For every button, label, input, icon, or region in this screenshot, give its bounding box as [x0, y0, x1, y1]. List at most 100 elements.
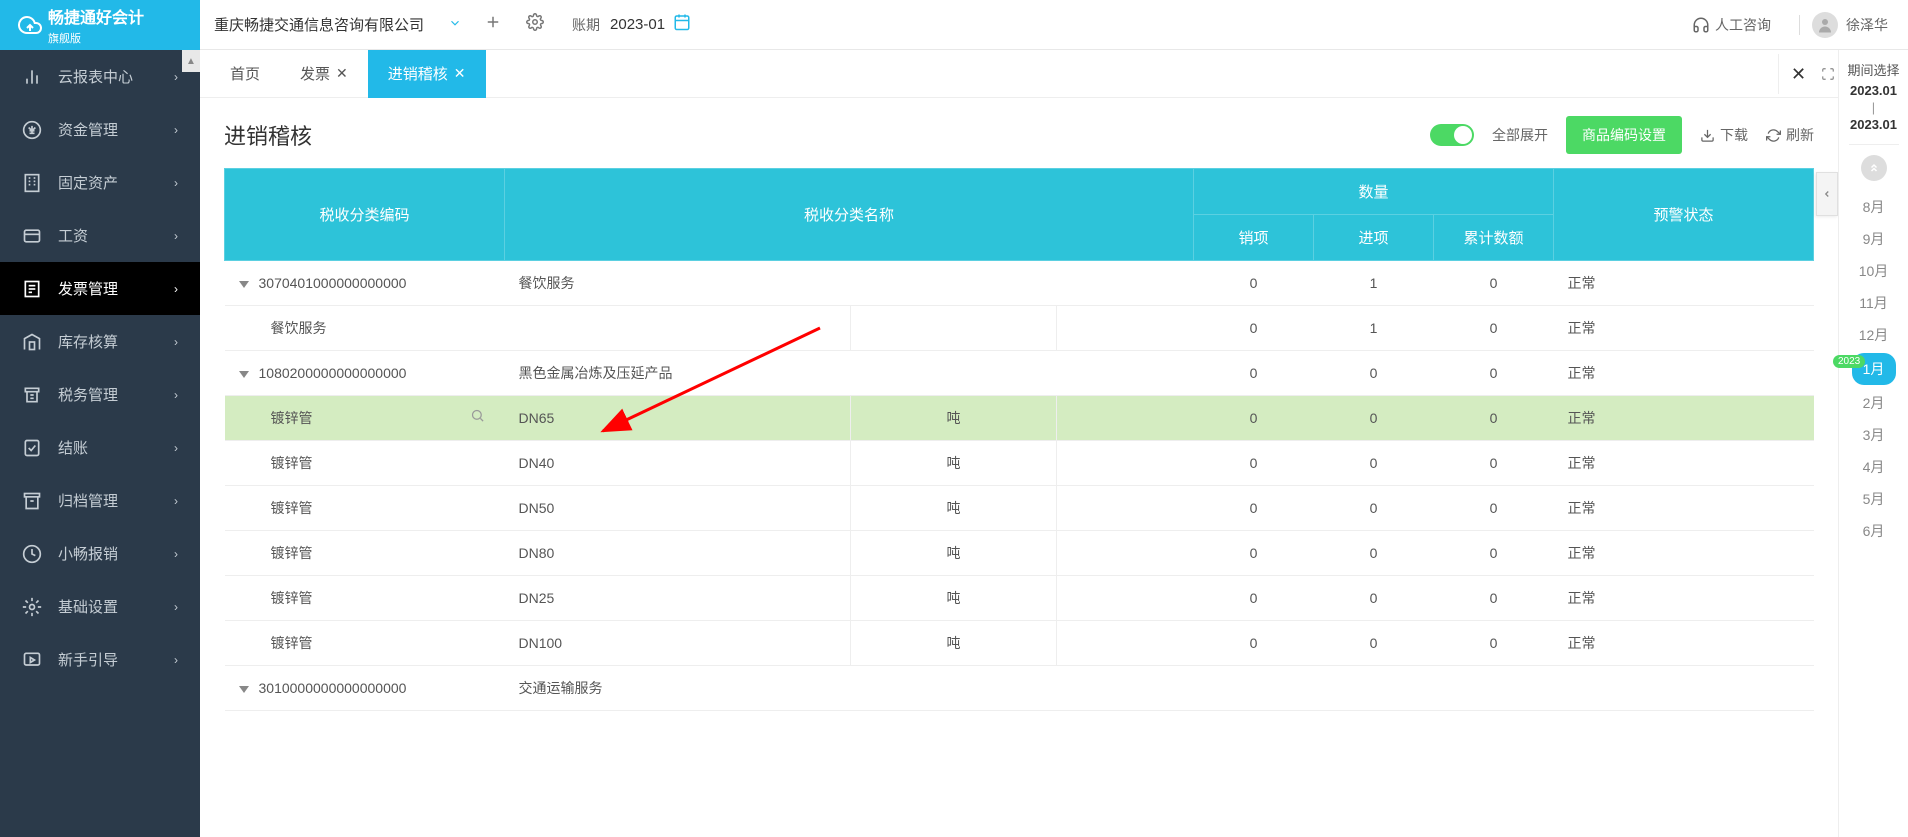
cell-sales: 0: [1194, 531, 1314, 576]
month-item[interactable]: 4月: [1839, 451, 1908, 483]
sidebar-item-label: 结账: [58, 437, 88, 458]
logo-area: 畅捷通好会计 旗舰版: [0, 0, 200, 50]
company-name[interactable]: 重庆畅捷交通信息咨询有限公司: [214, 14, 424, 35]
tab-发票[interactable]: 发票 ✕: [280, 50, 368, 98]
sidebar-item-label: 小畅报销: [58, 543, 118, 564]
refresh-button[interactable]: 刷新: [1766, 125, 1814, 145]
user-avatar[interactable]: [1812, 12, 1838, 38]
invoice-icon: [22, 279, 42, 299]
sidebar-item-invoice[interactable]: 发票管理›: [0, 262, 200, 315]
support-link[interactable]: 人工咨询: [1692, 15, 1771, 35]
close-book-icon: [22, 438, 42, 458]
sidebar-item-settings[interactable]: 基础设置›: [0, 580, 200, 633]
table-row[interactable]: 3010000000000000000 交通运输服务: [225, 666, 1814, 711]
money-icon: [22, 120, 42, 140]
sidebar-item-close-book[interactable]: 结账 ›: [0, 421, 200, 474]
month-item[interactable]: 8月: [1839, 191, 1908, 223]
cell-status: [1554, 666, 1814, 711]
expand-all-toggle[interactable]: [1430, 124, 1474, 146]
fullscreen-icon[interactable]: [1818, 67, 1838, 81]
tab-close-icon[interactable]: ✕: [454, 65, 466, 82]
cell-unit: 吨: [850, 396, 1056, 441]
close-all-tabs-icon[interactable]: ✕: [1778, 54, 1818, 94]
month-item[interactable]: 12月: [1839, 319, 1908, 351]
chevron-right-icon: ›: [174, 176, 178, 190]
cell-spec: [505, 306, 851, 351]
table-row[interactable]: 镀锌管 DN100 吨 0 0 0 正常: [225, 621, 1814, 666]
settings-icon[interactable]: [526, 13, 544, 36]
username[interactable]: 徐泽华: [1846, 15, 1888, 35]
cell-purchase: 1: [1314, 306, 1434, 351]
add-icon[interactable]: [484, 13, 502, 36]
calendar-icon[interactable]: [673, 13, 691, 36]
cell-spec: DN50: [505, 486, 851, 531]
tree-collapse-icon[interactable]: [239, 371, 249, 378]
cell-unit: 吨: [850, 531, 1056, 576]
period-panel-title: 期间选择: [1847, 60, 1899, 79]
table-row[interactable]: 餐饮服务 0 1 0 正常: [225, 306, 1814, 351]
month-item[interactable]: 5月: [1839, 483, 1908, 515]
tree-collapse-icon[interactable]: [239, 686, 249, 693]
table-row[interactable]: 镀锌管 DN80 吨 0 0 0 正常: [225, 531, 1814, 576]
sidebar-item-tax[interactable]: 税务管理›: [0, 368, 200, 421]
code-settings-button[interactable]: 商品编码设置: [1566, 116, 1682, 154]
tax-icon: [22, 385, 42, 405]
month-item[interactable]: 9月: [1839, 223, 1908, 255]
guide-icon: [22, 650, 42, 670]
sidebar-item-payroll[interactable]: 工资›: [0, 209, 200, 262]
row-search-icon[interactable]: [470, 408, 485, 426]
divider: [1799, 15, 1800, 35]
month-item[interactable]: 6月: [1839, 515, 1908, 547]
sidebar-item-money[interactable]: 资金管理›: [0, 103, 200, 156]
chevron-right-icon: ›: [174, 335, 178, 349]
table-row[interactable]: 镀锌管 DN40 吨 0 0 0 正常: [225, 441, 1814, 486]
sidebar-item-label: 固定资产: [58, 172, 118, 193]
cell-status: 正常: [1554, 486, 1814, 531]
cell-status: 正常: [1554, 306, 1814, 351]
company-dropdown-icon[interactable]: [438, 16, 472, 33]
panel-collapse-handle[interactable]: [1816, 172, 1838, 216]
chevron-right-icon: ›: [174, 547, 178, 561]
cell-cumulative: 0: [1434, 396, 1554, 441]
table-row[interactable]: 1080200000000000000 黑色金属冶炼及压延产品 0 0 0 正常: [225, 351, 1814, 396]
month-item[interactable]: 10月: [1839, 255, 1908, 287]
sidebar-item-expense[interactable]: 小畅报销 ›: [0, 527, 200, 580]
sidebar-item-label: 云报表中心: [58, 66, 133, 87]
table-row[interactable]: 镀锌管 DN65 吨 0 0 0 正常: [225, 396, 1814, 441]
th-name: 税收分类名称: [505, 169, 1194, 261]
cell-code: 3070401000000000000: [225, 261, 505, 306]
sidebar-item-archive[interactable]: 归档管理›: [0, 474, 200, 527]
cell-unit: 吨: [850, 621, 1056, 666]
cell-purchase: 0: [1314, 441, 1434, 486]
sidebar-item-label: 库存核算: [58, 331, 118, 352]
th-status: 预警状态: [1554, 169, 1814, 261]
table-row[interactable]: 3070401000000000000 餐饮服务 0 1 0 正常: [225, 261, 1814, 306]
sidebar-item-chart[interactable]: 云报表中心›: [0, 50, 200, 103]
sidebar-scroll-up-icon[interactable]: ▲: [182, 50, 200, 72]
sidebar-item-label: 资金管理: [58, 119, 118, 140]
tab-close-icon[interactable]: ✕: [336, 65, 348, 82]
sidebar-item-building[interactable]: 固定资产 ›: [0, 156, 200, 209]
page-header: 进销稽核 全部展开 商品编码设置 下载 刷新: [200, 98, 1838, 168]
tab-进销稽核[interactable]: 进销稽核✕: [368, 50, 486, 98]
cell-status: 正常: [1554, 396, 1814, 441]
cell-purchase: 0: [1314, 396, 1434, 441]
table-row[interactable]: 镀锌管 DN25 吨 0 0 0 正常: [225, 576, 1814, 621]
sidebar-item-guide[interactable]: 新手引导›: [0, 633, 200, 686]
avatar-icon: [1816, 16, 1834, 34]
support-label: 人工咨询: [1715, 15, 1771, 35]
sidebar-item-warehouse[interactable]: 库存核算 ›: [0, 315, 200, 368]
download-button[interactable]: 下载: [1700, 125, 1748, 145]
chevron-right-icon: ›: [174, 441, 178, 455]
cell-status: 正常: [1554, 576, 1814, 621]
month-item[interactable]: 11月: [1839, 287, 1908, 319]
tree-collapse-icon[interactable]: [239, 281, 249, 288]
th-code: 税收分类编码: [225, 169, 505, 261]
cell-unit: [850, 306, 1056, 351]
month-item[interactable]: 3月: [1839, 419, 1908, 451]
table-row[interactable]: 镀锌管 DN50 吨 0 0 0 正常: [225, 486, 1814, 531]
month-item[interactable]: 2月: [1839, 387, 1908, 419]
months-scroll-up-icon[interactable]: [1861, 155, 1887, 181]
tab-首页[interactable]: 首页: [210, 50, 280, 98]
tab-label: 发票: [300, 63, 330, 84]
